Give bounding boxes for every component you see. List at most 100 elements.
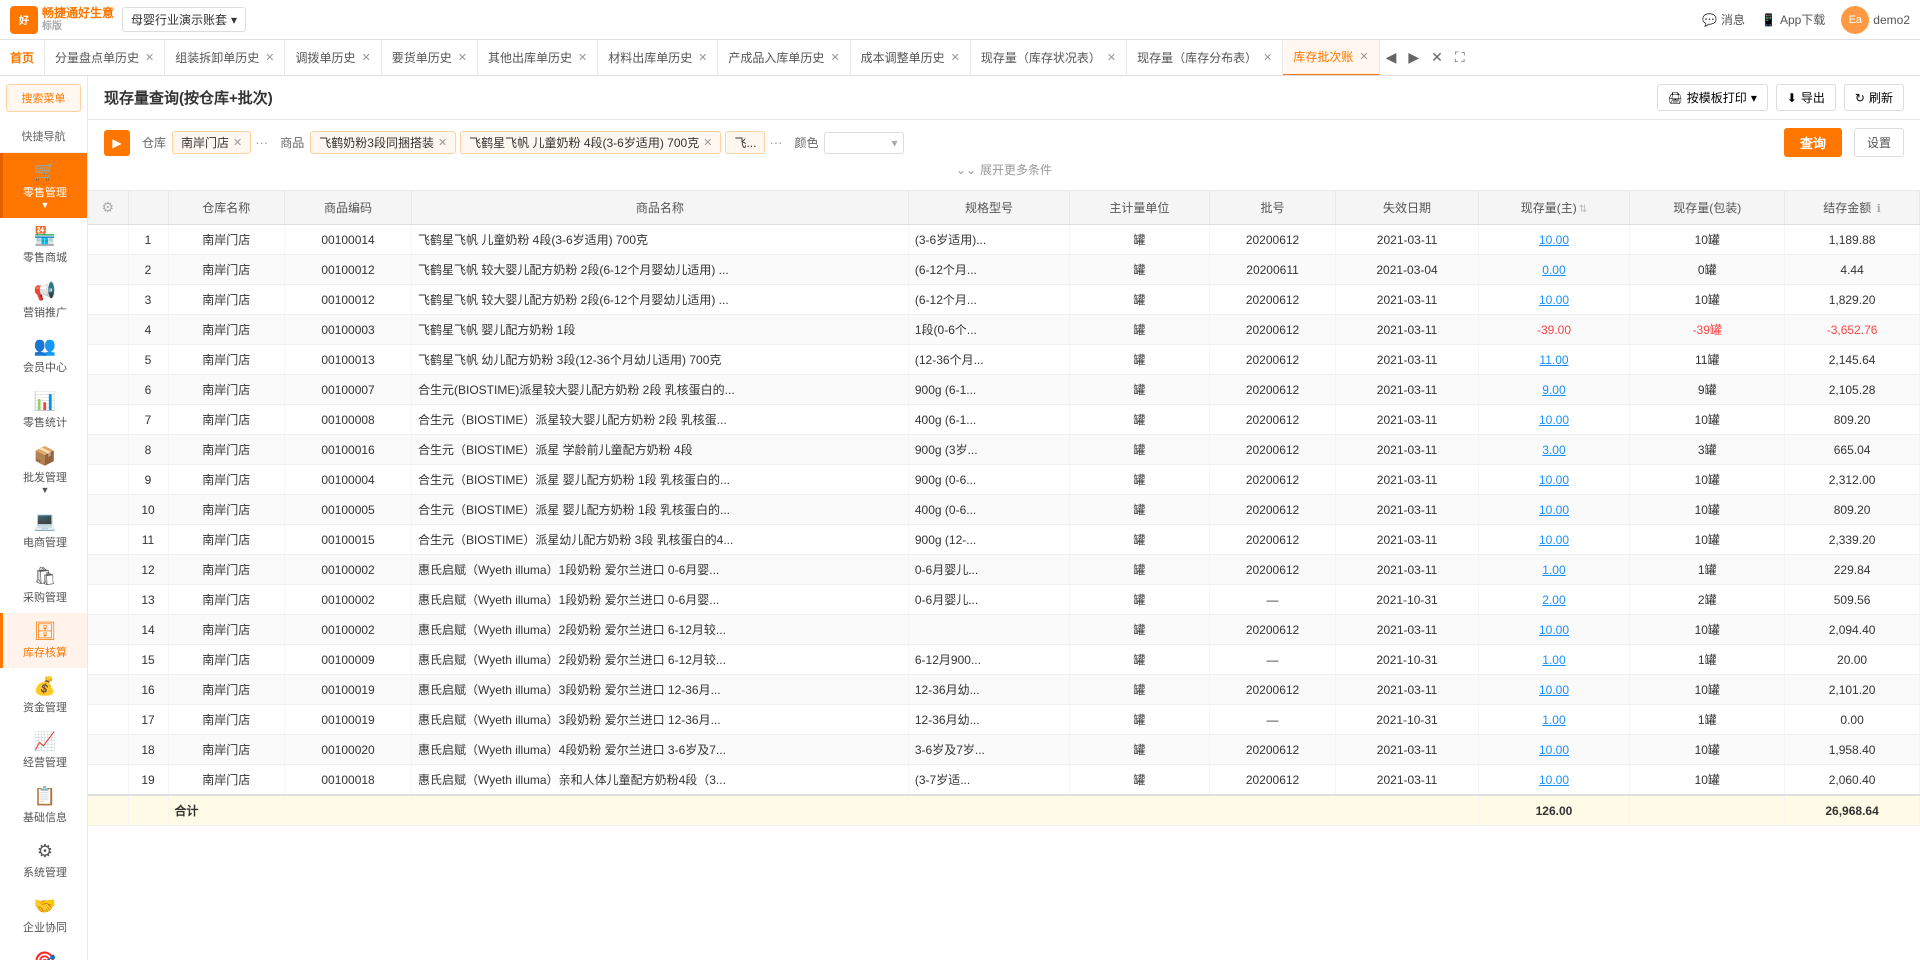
user-avatar[interactable]: Ea demo2 xyxy=(1841,6,1910,34)
cell-idx: 7 xyxy=(128,405,168,435)
sidebar-item-guide[interactable]: 🎯新手引导 xyxy=(0,943,87,960)
tab-yaohuo[interactable]: 要货单历史✕ xyxy=(382,40,478,76)
tab-expand-btn[interactable]: ⛶ xyxy=(1449,49,1471,66)
tab-close-tiaopao[interactable]: ✕ xyxy=(362,51,371,64)
cell-gear xyxy=(88,225,128,255)
cell-spec: 3-6岁及7岁... xyxy=(908,735,1069,765)
tab-close-xianzaifenbu[interactable]: ✕ xyxy=(1263,51,1272,64)
tab-chengben[interactable]: 成本调整单历史✕ xyxy=(851,40,971,76)
tab-close-zuche[interactable]: ✕ xyxy=(265,51,274,64)
cell-stock-main[interactable]: 11.00 xyxy=(1478,345,1630,375)
print-btn[interactable]: 🖨 按模板打印 ▾ xyxy=(1657,84,1768,111)
sidebar-item-ecommerce[interactable]: 💻电商管理 xyxy=(0,503,87,558)
sidebar-item-basic[interactable]: 📋基础信息 xyxy=(0,778,87,833)
cell-stock-main[interactable]: 10.00 xyxy=(1478,525,1630,555)
tab-tiaopao[interactable]: 调拨单历史✕ xyxy=(285,40,381,76)
goods-more-btn[interactable]: ··· xyxy=(769,135,782,150)
cell-stock-main[interactable]: 3.00 xyxy=(1478,435,1630,465)
gear-icon[interactable]: ⚙ xyxy=(101,199,114,215)
tab-close-qitachu[interactable]: ✕ xyxy=(578,51,587,64)
tab-close-cailiaochu[interactable]: ✕ xyxy=(698,51,707,64)
goods-tag-2[interactable]: 飞鹤星飞帆 儿童奶粉 4段(3-6岁适用) 700克 ✕ xyxy=(460,131,721,154)
cell-stock-main[interactable]: 10.00 xyxy=(1478,495,1630,525)
tab-close-xianzaiku[interactable]: ✕ xyxy=(1107,51,1116,64)
tab-qitachu[interactable]: 其他出库单历史✕ xyxy=(478,40,598,76)
goods-tag2-close[interactable]: ✕ xyxy=(703,136,712,149)
tab-close-all-btn[interactable]: ✕ xyxy=(1425,49,1449,66)
table-row: 2南岸门店00100012飞鹤星飞帆 较大婴儿配方奶粉 2段(6-12个月婴幼儿… xyxy=(88,255,1920,285)
quick-nav-btn[interactable]: 快捷导航 xyxy=(0,124,87,148)
query-btn[interactable]: 查询 xyxy=(1784,128,1842,157)
cell-idx: 19 xyxy=(128,765,168,796)
sidebar-item-system[interactable]: ⚙系统管理 xyxy=(0,833,87,888)
tab-home[interactable]: 首页 xyxy=(0,40,45,76)
col-header-unit: 主计量单位 xyxy=(1070,191,1210,225)
warehouse-tag[interactable]: 南岸门店 ✕ xyxy=(172,131,251,154)
warehouse-tag-close[interactable]: ✕ xyxy=(233,136,242,149)
cell-stock-main[interactable]: 10.00 xyxy=(1478,735,1630,765)
tab-close-chengben[interactable]: ✕ xyxy=(951,51,960,64)
expand-more-btn[interactable]: ⌄⌄ 展开更多条件 xyxy=(956,161,1052,178)
cell-stock-main[interactable]: 1.00 xyxy=(1478,645,1630,675)
cell-gear xyxy=(88,315,128,345)
cell-batch: — xyxy=(1209,585,1336,615)
sidebar-item-finance[interactable]: 💰资金管理 xyxy=(0,668,87,723)
goods-tag-1[interactable]: 飞鹤奶粉3段同捆搭装 ✕ xyxy=(310,131,456,154)
cell-gear xyxy=(88,495,128,525)
search-menu-btn[interactable]: 搜索菜单 xyxy=(6,84,81,112)
info-icon[interactable]: ℹ xyxy=(1877,203,1881,215)
settings-btn[interactable]: 设置 xyxy=(1854,128,1904,157)
tab-xianzaifenbu[interactable]: 现存量（库存分布表）✕ xyxy=(1127,40,1283,76)
cell-stock-main[interactable]: 10.00 xyxy=(1478,675,1630,705)
cell-stock-main[interactable]: 10.00 xyxy=(1478,615,1630,645)
tab-prev-btn[interactable]: ◀ xyxy=(1380,49,1403,66)
cell-stock-main[interactable]: 10.00 xyxy=(1478,405,1630,435)
sidebar-item-inventory[interactable]: 🗄库存核算 xyxy=(0,613,87,668)
app-download-btn[interactable]: 📱 App下载 xyxy=(1761,11,1825,28)
cell-stock-main[interactable]: 1.00 xyxy=(1478,555,1630,585)
cell-stock-main[interactable]: 2.00 xyxy=(1478,585,1630,615)
tab-zuche[interactable]: 组装拆卸单历史✕ xyxy=(165,40,285,76)
sidebar-item-purchase[interactable]: 🛍采购管理 xyxy=(0,558,87,613)
sidebar-item-marketing[interactable]: 📢营销推广 xyxy=(0,273,87,328)
goods-tag1-close[interactable]: ✕ xyxy=(438,136,447,149)
cell-batch: 20200612 xyxy=(1209,345,1336,375)
cell-stock-main[interactable]: 10.00 xyxy=(1478,465,1630,495)
tab-close-chengpinru[interactable]: ✕ xyxy=(830,51,839,64)
sidebar-item-stats[interactable]: 📊零售统计 xyxy=(0,383,87,438)
cell-stock-main[interactable]: -39.00 xyxy=(1478,315,1630,345)
cell-stock-main[interactable]: 10.00 xyxy=(1478,225,1630,255)
cell-stock-main[interactable]: 9.00 xyxy=(1478,375,1630,405)
sidebar-item-member[interactable]: 👥会员中心 xyxy=(0,328,87,383)
cell-stock-main[interactable]: 10.00 xyxy=(1478,765,1630,796)
message-btn[interactable]: 💬 消息 xyxy=(1702,11,1745,28)
color-select[interactable]: ▾ xyxy=(824,132,904,154)
sidebar-item-ops[interactable]: 📈经营管理 xyxy=(0,723,87,778)
tab-close-fenku[interactable]: ✕ xyxy=(145,51,154,64)
cell-name: 飞鹤星飞帆 较大婴儿配方奶粉 2段(6-12个月婴幼儿适用) ... xyxy=(411,285,908,315)
cell-name: 飞鹤星飞帆 较大婴儿配方奶粉 2段(6-12个月婴幼儿适用) ... xyxy=(411,255,908,285)
goods-tag-more[interactable]: 飞... xyxy=(725,131,765,154)
export-btn[interactable]: ⬇ 导出 xyxy=(1776,84,1836,111)
sidebar-item-label-retail_mgmt: 零售管理 xyxy=(23,184,67,200)
tab-cailiaochu[interactable]: 材料出库单历史✕ xyxy=(598,40,718,76)
cell-stock-main[interactable]: 1.00 xyxy=(1478,705,1630,735)
cell-idx: 12 xyxy=(128,555,168,585)
sidebar-item-batch_mgmt[interactable]: 📦批发管理 ▼ xyxy=(0,438,87,503)
tab-close-pipin[interactable]: ✕ xyxy=(1359,50,1368,63)
tab-chengpinru[interactable]: 产成品入库单历史✕ xyxy=(718,40,850,76)
org-selector[interactable]: 母婴行业演示账套 ▾ xyxy=(122,7,246,32)
refresh-btn[interactable]: ↻ 刷新 xyxy=(1844,84,1904,111)
tab-pipin[interactable]: 库存批次账✕ xyxy=(1283,40,1379,76)
tab-xianzaiku[interactable]: 现存量（库存状况表）✕ xyxy=(971,40,1127,76)
cell-stock-main[interactable]: 0.00 xyxy=(1478,255,1630,285)
warehouse-more-btn[interactable]: ··· xyxy=(255,135,268,150)
filter-toggle-btn[interactable]: ▶ xyxy=(104,130,130,156)
cell-stock-main[interactable]: 10.00 xyxy=(1478,285,1630,315)
tab-close-yaohuo[interactable]: ✕ xyxy=(458,51,467,64)
sidebar-item-corp[interactable]: 🤝企业协同 xyxy=(0,888,87,943)
sidebar-item-retail_store[interactable]: 🏪零售商城 xyxy=(0,218,87,273)
tab-next-btn[interactable]: ▶ xyxy=(1402,49,1425,66)
sidebar-item-retail_mgmt[interactable]: 🛒零售管理 ▼ xyxy=(0,153,87,218)
tab-fenku[interactable]: 分量盘点单历史✕ xyxy=(45,40,165,76)
